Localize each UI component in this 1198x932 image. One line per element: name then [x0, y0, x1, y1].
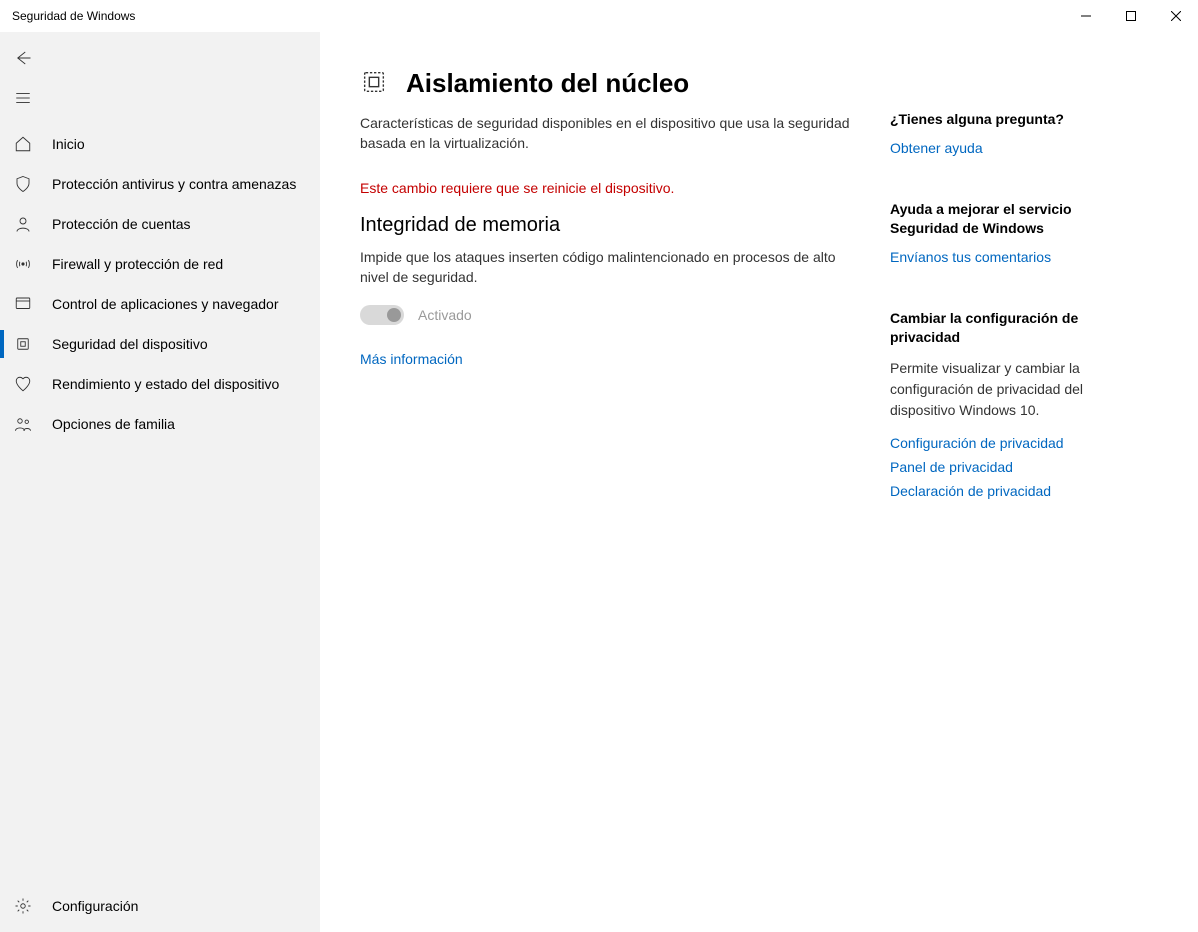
nav-device-security[interactable]: Seguridad del dispositivo [0, 324, 320, 364]
aside-title: Cambiar la configuración de privacidad [890, 309, 1140, 348]
nav-label: Protección de cuentas [52, 216, 191, 232]
gear-icon [14, 897, 32, 915]
aside-title: ¿Tienes alguna pregunta? [890, 110, 1140, 130]
memory-integrity-title: Integridad de memoria [360, 214, 850, 237]
page-title: Aislamiento del núcleo [406, 68, 689, 99]
page-header: Aislamiento del núcleo [360, 68, 850, 99]
aside-privacy: Cambiar la configuración de privacidad P… [890, 309, 1140, 499]
aside-feedback: Ayuda a mejorar el servicio Seguridad de… [890, 200, 1140, 265]
toggle-state-label: Activado [418, 307, 472, 323]
chip-icon [14, 335, 32, 353]
aside-text: Permite visualizar y cambiar la configur… [890, 358, 1140, 421]
aside-title: Ayuda a mejorar el servicio Seguridad de… [890, 200, 1140, 239]
sidebar: Inicio Protección antivirus y contra ame… [0, 32, 320, 932]
family-icon [14, 415, 32, 433]
memory-integrity-desc: Impide que los ataques inserten código m… [360, 247, 850, 288]
core-isolation-icon [360, 68, 388, 99]
antenna-icon [14, 255, 32, 273]
app-icon [14, 295, 32, 313]
hamburger-button[interactable] [0, 78, 320, 118]
nav-label: Opciones de familia [52, 416, 175, 432]
content-area: Aislamiento del núcleo Características d… [320, 32, 1198, 932]
nav-settings[interactable]: Configuración [0, 886, 320, 926]
more-info-link[interactable]: Más información [360, 351, 850, 367]
nav-label: Seguridad del dispositivo [52, 336, 208, 352]
page-description: Características de seguridad disponibles… [360, 113, 850, 154]
aside-help: ¿Tienes alguna pregunta? Obtener ayuda [890, 110, 1140, 156]
shield-icon [14, 175, 32, 193]
nav-firewall[interactable]: Firewall y protección de red [0, 244, 320, 284]
privacy-settings-link[interactable]: Configuración de privacidad [890, 435, 1140, 451]
nav-account-protection[interactable]: Protección de cuentas [0, 204, 320, 244]
nav-device-performance[interactable]: Rendimiento y estado del dispositivo [0, 364, 320, 404]
nav-home[interactable]: Inicio [0, 124, 320, 164]
nav-family-options[interactable]: Opciones de familia [0, 404, 320, 444]
restart-warning: Este cambio requiere que se reinicie el … [360, 180, 850, 196]
nav-label: Control de aplicaciones y navegador [52, 296, 278, 312]
nav-app-browser-control[interactable]: Control de aplicaciones y navegador [0, 284, 320, 324]
heart-icon [14, 375, 32, 393]
hamburger-icon [14, 89, 32, 107]
back-arrow-icon [14, 49, 32, 67]
maximize-button[interactable] [1108, 0, 1153, 32]
memory-integrity-toggle[interactable] [360, 305, 404, 325]
get-help-link[interactable]: Obtener ayuda [890, 140, 1140, 156]
nav-virus-protection[interactable]: Protección antivirus y contra amenazas [0, 164, 320, 204]
title-bar: Seguridad de Windows [0, 0, 1198, 32]
nav-label: Rendimiento y estado del dispositivo [52, 376, 279, 392]
close-button[interactable] [1153, 0, 1198, 32]
nav-label: Protección antivirus y contra amenazas [52, 176, 296, 192]
privacy-declaration-link[interactable]: Declaración de privacidad [890, 483, 1140, 499]
nav-label: Firewall y protección de red [52, 256, 223, 272]
privacy-panel-link[interactable]: Panel de privacidad [890, 459, 1140, 475]
window-title: Seguridad de Windows [12, 9, 135, 23]
person-icon [14, 215, 32, 233]
send-feedback-link[interactable]: Envíanos tus comentarios [890, 249, 1140, 265]
back-button[interactable] [0, 38, 320, 78]
home-icon [14, 135, 32, 153]
nav-label: Configuración [52, 898, 138, 914]
minimize-button[interactable] [1063, 0, 1108, 32]
nav-label: Inicio [52, 136, 85, 152]
